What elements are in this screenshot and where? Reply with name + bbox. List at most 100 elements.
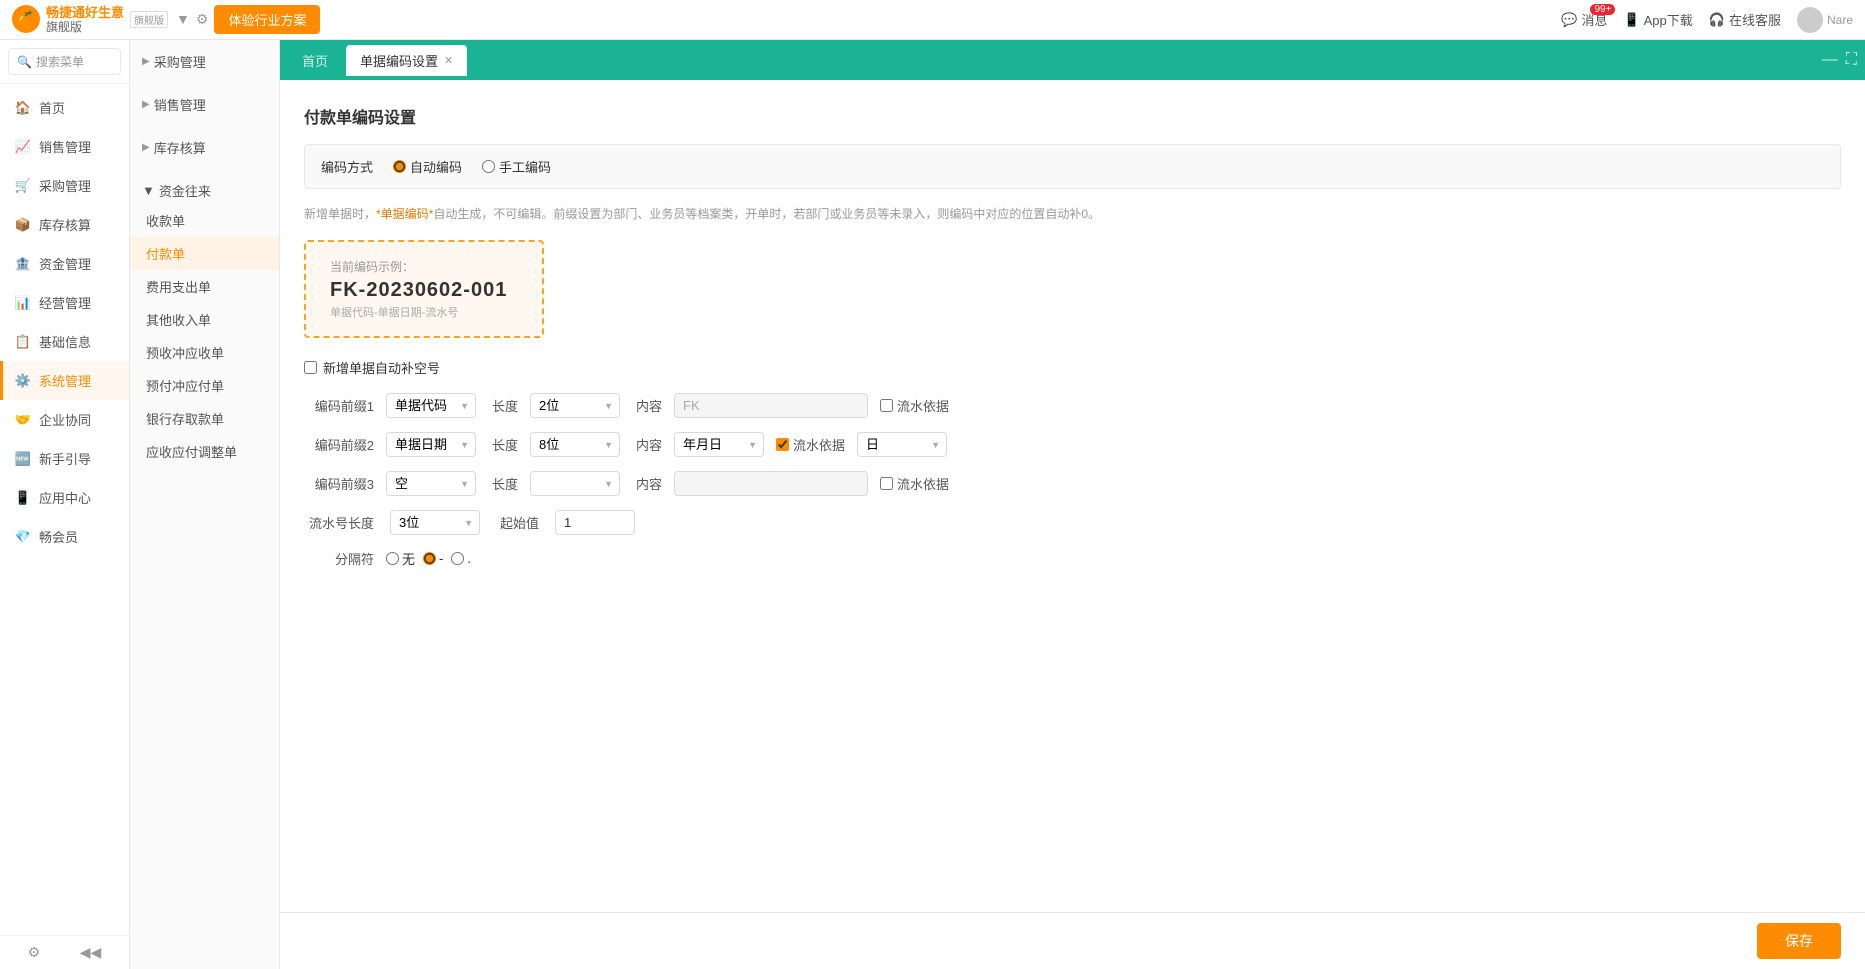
period2-select[interactable]: 日 (857, 432, 947, 457)
finance-icon: 🏦 (15, 256, 31, 272)
start-value-input[interactable] (555, 510, 635, 535)
serial-length-row: 流水号长度 3位 起始值 (304, 510, 1841, 535)
auto-radio[interactable] (393, 160, 406, 173)
length3-select-wrapper (530, 471, 620, 496)
trial-button[interactable]: 体验行业方案 (214, 5, 320, 34)
minimize-btn[interactable]: — (1822, 51, 1838, 69)
manual-radio-label[interactable]: 手工编码 (482, 157, 551, 176)
tab-close-icon[interactable]: ✕ (444, 54, 453, 67)
search-label: 搜索菜单 (36, 53, 84, 70)
sub-item-advance-payable[interactable]: 预付冲应付单 (130, 369, 279, 402)
sidebar-item-member[interactable]: 💎 畅会员 (0, 517, 129, 556)
sub-section-capital[interactable]: ▼ 资金往来 (130, 173, 279, 204)
settings-btn[interactable]: ⚙ (196, 11, 209, 28)
encoding-method-label: 编码方式 (321, 157, 373, 176)
tab-bar: 首页 单据编码设置 ✕ — ⛶ (280, 40, 1865, 80)
serial1-checkbox[interactable] (880, 399, 893, 412)
sidebar-item-system[interactable]: ⚙️ 系统管理 (0, 361, 129, 400)
sub-item-payment[interactable]: 付款单 (130, 237, 279, 270)
prefix2-select[interactable]: 单据日期 (386, 432, 476, 457)
sub-item-other-income[interactable]: 其他收入单 (130, 303, 279, 336)
sep-dash[interactable]: - (423, 551, 443, 566)
sub-item-expense[interactable]: 费用支出单 (130, 270, 279, 303)
maximize-btn[interactable]: ⛶ (1846, 51, 1857, 69)
length1-select-wrapper: 2位 (530, 393, 620, 418)
page-title: 付款单编码设置 (304, 104, 1841, 128)
top-bar: 🍊 畅捷通好生意 旗舰版 旗舰版 ▼ ⚙ 体验行业方案 💬 消息 99+ 📱 A… (0, 0, 1865, 40)
sub-group-capital: ▼ 资金往来 收款单 付款单 费用支出单 其他收入单 预收冲应收单 预付冲应付单… (130, 169, 279, 472)
sub-item-ar-ap-adjust[interactable]: 应收应付调整单 (130, 435, 279, 468)
sub-item-bank-deposit[interactable]: 银行存取款单 (130, 402, 279, 435)
sub-item-receipt[interactable]: 收款单 (130, 204, 279, 237)
save-button[interactable]: 保存 (1757, 923, 1841, 959)
sub-section-label: 资金往来 (159, 181, 211, 200)
tab-home[interactable]: 首页 (288, 45, 342, 76)
message-notif[interactable]: 💬 消息 99+ (1561, 10, 1607, 29)
length1-select[interactable]: 2位 (530, 393, 620, 418)
prefix1-select[interactable]: 单据代码 (386, 393, 476, 418)
sidebar-item-basic[interactable]: 📋 基础信息 (0, 322, 129, 361)
sidebar-item-finance[interactable]: 🏦 资金管理 (0, 244, 129, 283)
start-value-label: 起始值 (500, 513, 539, 532)
length2-select[interactable]: 8位 (530, 432, 620, 457)
serial3-checkbox[interactable] (880, 477, 893, 490)
sep-none-radio[interactable] (386, 552, 399, 565)
sub-group-purchase: ▶ 采购管理 (130, 40, 279, 83)
sidebar-item-operation[interactable]: 📊 经营管理 (0, 283, 129, 322)
sep-dot-radio[interactable] (451, 552, 464, 565)
sep-dash-radio[interactable] (423, 552, 436, 565)
auto-fill-checkbox[interactable] (304, 361, 317, 374)
length1-label: 长度 (492, 396, 518, 415)
serial3-checkbox-item: 流水依据 (880, 474, 949, 493)
prefix2-select-wrapper: 单据日期 (386, 432, 476, 457)
search-button[interactable]: 🔍 搜索菜单 (8, 48, 121, 75)
serial-length-select[interactable]: 3位 (390, 510, 480, 535)
sub-item-advance-receivable[interactable]: 预收冲应收单 (130, 336, 279, 369)
serial2-checkbox[interactable] (776, 438, 789, 451)
serial1-checkbox-item: 流水依据 (880, 396, 949, 415)
settings-bottom-btn[interactable]: ⚙ (28, 944, 41, 961)
sidebar-item-newguide[interactable]: 🆕 新手引导 (0, 439, 129, 478)
collapse-sidebar-btn[interactable]: ◀◀ (80, 944, 102, 961)
prefix1-select-wrapper: 单据代码 (386, 393, 476, 418)
user-area[interactable]: Nare (1797, 7, 1853, 33)
sep-dot[interactable]: . (451, 551, 471, 566)
sidebar-item-label: 应用中心 (39, 488, 91, 507)
message-icon: 💬 (1561, 12, 1577, 28)
sub-sidebar: ▶ 采购管理 ▶ 销售管理 ▶ 库存核算 ▼ 资金往来 收款单 付款单 费用支出… (130, 40, 280, 969)
logo-icon: 🍊 (12, 5, 40, 33)
sidebar-item-enterprise[interactable]: 🤝 企业协同 (0, 400, 129, 439)
sidebar-item-sales[interactable]: 📈 销售管理 (0, 127, 129, 166)
app-label: App下载 (1644, 10, 1693, 29)
encoding-method-section: 编码方式 自动编码 手工编码 (304, 144, 1841, 189)
auto-radio-label[interactable]: 自动编码 (393, 157, 462, 176)
avatar (1797, 7, 1823, 33)
sidebar-item-home[interactable]: 🏠 首页 (0, 88, 129, 127)
manual-radio[interactable] (482, 160, 495, 173)
logo: 🍊 畅捷通好生意 旗舰版 旗舰版 (12, 5, 168, 35)
sidebar-item-appcenter[interactable]: 📱 应用中心 (0, 478, 129, 517)
sales-icon: 📈 (15, 139, 31, 155)
length3-select[interactable] (530, 471, 620, 496)
prefix3-select[interactable]: 空 (386, 471, 476, 496)
content2-label: 内容 (636, 435, 662, 454)
sub-group-inventory-title[interactable]: ▶ 库存核算 (130, 130, 279, 165)
sep-none[interactable]: 无 (386, 549, 415, 568)
auto-fill-row: 新增单据自动补空号 (304, 358, 1841, 377)
sidebar-item-purchase[interactable]: 🛒 采购管理 (0, 166, 129, 205)
sidebar-item-inventory[interactable]: 📦 库存核算 (0, 205, 129, 244)
content2-select-wrapper: 年月日 (674, 432, 764, 457)
enterprise-icon: 🤝 (15, 412, 31, 428)
logo-text: 畅捷通好生意 旗舰版 (46, 5, 124, 35)
collapse-btn[interactable]: ▼ (176, 11, 190, 27)
prefix2-label: 编码前缀2 (304, 435, 374, 454)
online-service[interactable]: 🎧 在线客服 (1709, 10, 1781, 29)
message-badge: 99+ (1590, 4, 1615, 15)
sub-group-sales-title[interactable]: ▶ 销售管理 (130, 87, 279, 122)
sub-group-purchase-title[interactable]: ▶ 采购管理 (130, 44, 279, 79)
content2-select[interactable]: 年月日 (674, 432, 764, 457)
serial-length-label: 流水号长度 (304, 513, 374, 532)
app-download[interactable]: 📱 App下载 (1623, 10, 1692, 29)
top-bar-controls: ▼ ⚙ 体验行业方案 (176, 5, 320, 34)
tab-serial-settings[interactable]: 单据编码设置 ✕ (346, 45, 467, 76)
